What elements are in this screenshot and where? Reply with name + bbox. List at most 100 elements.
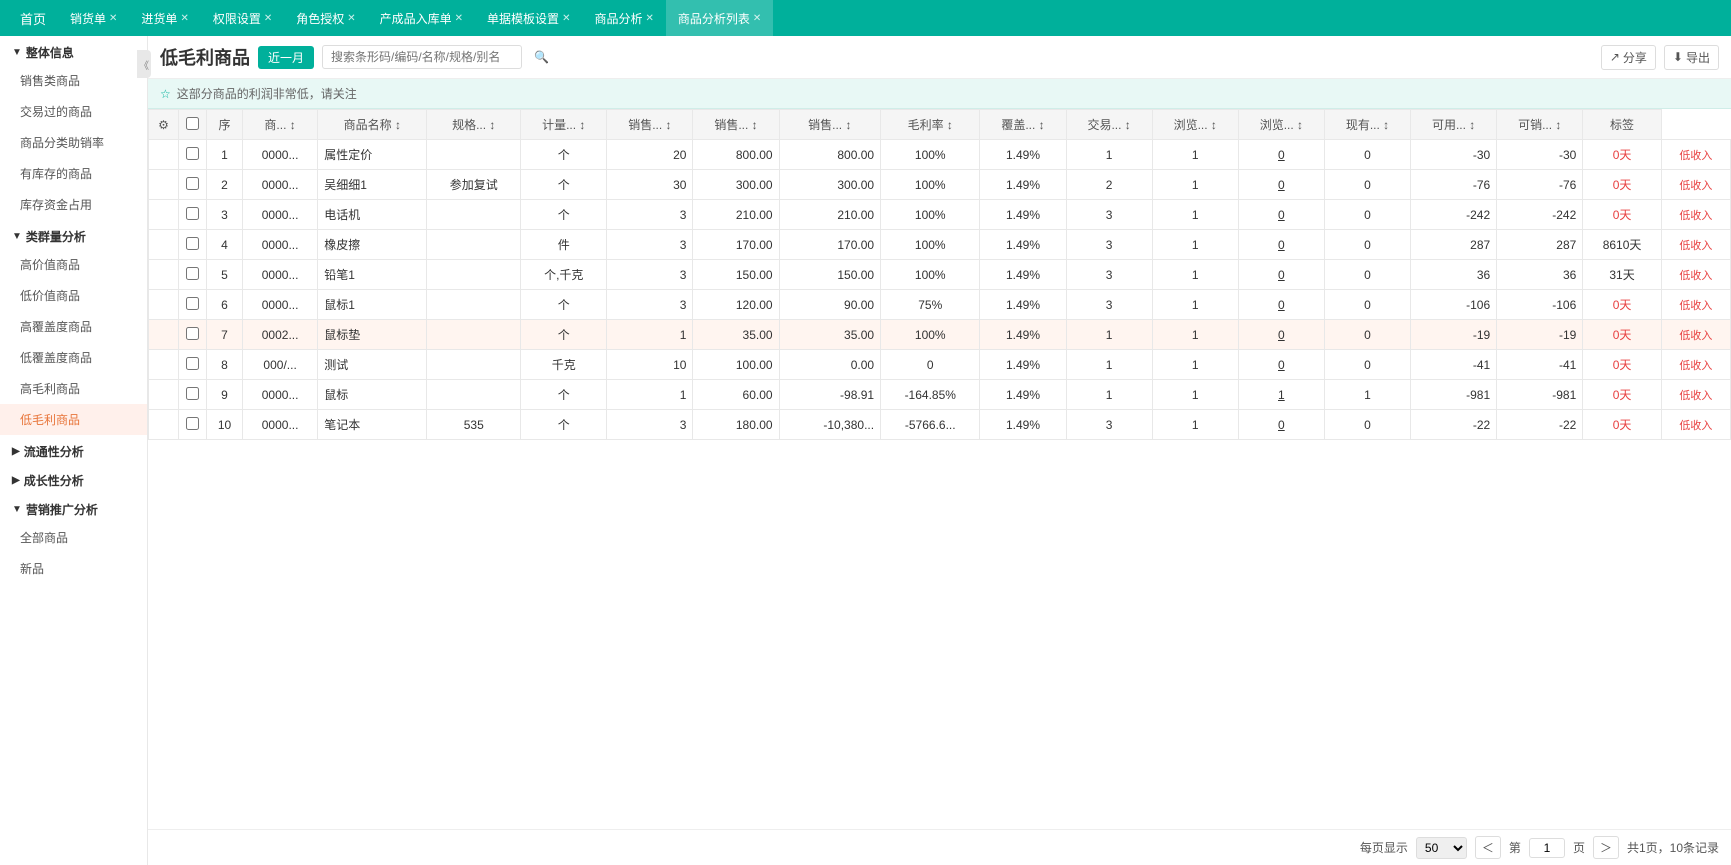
sidebar-group-marketing[interactable]: ▼ 营销推广分析 [0, 493, 147, 522]
cell-view1-8[interactable]: 1 [1238, 380, 1324, 410]
nav-item-roles[interactable]: 角色授权✕ [284, 0, 367, 36]
cell-unit-1: 个 [521, 170, 607, 200]
sidebar-item-low-margin[interactable]: 低毛利商品 [0, 404, 147, 435]
row-checkbox-5[interactable] [186, 297, 199, 310]
nav-item-home[interactable]: 首页 [8, 0, 58, 36]
sidebar-item-high-value[interactable]: 高价值商品 [0, 249, 147, 280]
nav-item-analysis[interactable]: 商品分析✕ [582, 0, 665, 36]
row-checkbox-4[interactable] [186, 267, 199, 280]
search-icon[interactable]: 🔍 [534, 50, 549, 64]
sidebar-group-flow[interactable]: ▶ 流通性分析 [0, 435, 147, 464]
sidebar-item-high-margin[interactable]: 高毛利商品 [0, 373, 147, 404]
cell-view1-2[interactable]: 0 [1238, 200, 1324, 230]
page-input[interactable] [1529, 838, 1565, 858]
nav-close-purchase[interactable]: ✕ [180, 13, 188, 24]
sidebar-group-overall[interactable]: ▼ 整体信息 [0, 36, 147, 65]
row-checkbox-8[interactable] [186, 387, 199, 400]
sidebar-item-traded-goods[interactable]: 交易过的商品 [0, 96, 147, 127]
sidebar-item-new-goods[interactable]: 新品 [0, 553, 147, 584]
nav-close-analysis-list[interactable]: ✕ [753, 13, 761, 24]
row-checkbox-7[interactable] [186, 357, 199, 370]
nav-item-products[interactable]: 产成品入库单✕ [368, 0, 475, 36]
nav-close-templates[interactable]: ✕ [562, 13, 570, 24]
cell-check-8[interactable] [179, 380, 207, 410]
col-header-sellable[interactable]: 可销... ↕ [1497, 110, 1583, 140]
col-header-price[interactable]: 销售... ↕ [693, 110, 779, 140]
col-header-stock[interactable]: 现有... ↕ [1324, 110, 1410, 140]
prev-page-button[interactable]: ＜ [1475, 836, 1501, 859]
nav-item-sales[interactable]: 销货单✕ [58, 0, 129, 36]
nav-close-products[interactable]: ✕ [455, 13, 463, 24]
row-checkbox-0[interactable] [186, 147, 199, 160]
col-header-coverage[interactable]: 覆盖... ↕ [980, 110, 1066, 140]
row-checkbox-9[interactable] [186, 417, 199, 430]
sidebar-item-low-coverage[interactable]: 低覆盖度商品 [0, 342, 147, 373]
sidebar-collapse-button[interactable]: 《 [137, 50, 151, 78]
col-header-qty[interactable]: 销售... ↕ [607, 110, 693, 140]
col-header-view1[interactable]: 浏览... ↕ [1152, 110, 1238, 140]
cell-check-0[interactable] [179, 140, 207, 170]
cell-tag-6: 低收入 [1661, 320, 1730, 350]
cell-check-2[interactable] [179, 200, 207, 230]
sidebar-item-all-goods[interactable]: 全部商品 [0, 522, 147, 553]
row-checkbox-2[interactable] [186, 207, 199, 220]
row-checkbox-1[interactable] [186, 177, 199, 190]
sidebar-item-low-value[interactable]: 低价值商品 [0, 280, 147, 311]
cell-check-3[interactable] [179, 230, 207, 260]
filter-recent-month-button[interactable]: 近一月 [258, 46, 314, 69]
nav-close-roles[interactable]: ✕ [347, 13, 355, 24]
col-header-view2[interactable]: 浏览... ↕ [1238, 110, 1324, 140]
sidebar-group-cluster[interactable]: ▼ 类群量分析 [0, 220, 147, 249]
cell-view1-7[interactable]: 0 [1238, 350, 1324, 380]
col-header-trade[interactable]: 交易... ↕ [1066, 110, 1152, 140]
cell-settings-7 [149, 350, 179, 380]
sidebar-item-stock-capital[interactable]: 库存资金占用 [0, 189, 147, 220]
sidebar-item-stocked-goods[interactable]: 有库存的商品 [0, 158, 147, 189]
cell-tag-4: 低收入 [1661, 260, 1730, 290]
cell-view1-4[interactable]: 0 [1238, 260, 1324, 290]
nav-item-analysis-list[interactable]: 商品分析列表✕ [666, 0, 773, 36]
col-header-check[interactable] [179, 110, 207, 140]
col-header-settings[interactable]: ⚙ [149, 110, 179, 140]
col-header-code[interactable]: 商... ↕ [243, 110, 318, 140]
cell-check-1[interactable] [179, 170, 207, 200]
export-button[interactable]: ⬇ 导出 [1664, 45, 1719, 70]
next-page-button[interactable]: ＞ [1593, 836, 1619, 859]
cell-view1-9[interactable]: 0 [1238, 410, 1324, 440]
row-checkbox-6[interactable] [186, 327, 199, 340]
select-all-checkbox[interactable] [186, 117, 199, 130]
cell-view1-3[interactable]: 0 [1238, 230, 1324, 260]
col-header-sales[interactable]: 销售... ↕ [779, 110, 881, 140]
cell-check-6[interactable] [179, 320, 207, 350]
cell-view1-5[interactable]: 0 [1238, 290, 1324, 320]
cell-margin-3: 1.49% [980, 230, 1066, 260]
share-button[interactable]: ↗ 分享 [1601, 45, 1656, 70]
row-checkbox-3[interactable] [186, 237, 199, 250]
cell-check-9[interactable] [179, 410, 207, 440]
nav-close-sales[interactable]: ✕ [109, 13, 117, 24]
sidebar-item-sales-goods[interactable]: 销售类商品 [0, 65, 147, 96]
sidebar-item-high-coverage[interactable]: 高覆盖度商品 [0, 311, 147, 342]
search-input[interactable] [322, 45, 522, 69]
cell-check-7[interactable] [179, 350, 207, 380]
nav-close-permissions[interactable]: ✕ [264, 13, 272, 24]
cell-view1-6[interactable]: 0 [1238, 320, 1324, 350]
nav-close-analysis[interactable]: ✕ [645, 13, 653, 24]
cell-view1-0[interactable]: 0 [1238, 140, 1324, 170]
nav-item-templates[interactable]: 单据模板设置✕ [475, 0, 582, 36]
cell-check-5[interactable] [179, 290, 207, 320]
cell-check-4[interactable] [179, 260, 207, 290]
col-header-unit[interactable]: 计量... ↕ [521, 110, 607, 140]
cell-sellable-0: 0天 [1583, 140, 1661, 170]
cell-view1-1[interactable]: 0 [1238, 170, 1324, 200]
col-header-name[interactable]: 商品名称 ↕ [318, 110, 427, 140]
cell-sales-1: 300.00 [779, 170, 881, 200]
page-size-select[interactable]: 50 100 200 [1416, 837, 1467, 859]
sidebar-group-growth[interactable]: ▶ 成长性分析 [0, 464, 147, 493]
col-header-spec[interactable]: 规格... ↕ [427, 110, 521, 140]
nav-item-purchase[interactable]: 进货单✕ [129, 0, 200, 36]
col-header-available[interactable]: 可用... ↕ [1411, 110, 1497, 140]
col-header-margin[interactable]: 毛利率 ↕ [881, 110, 980, 140]
nav-item-permissions[interactable]: 权限设置✕ [201, 0, 284, 36]
sidebar-item-category-rate[interactable]: 商品分类助销率 [0, 127, 147, 158]
